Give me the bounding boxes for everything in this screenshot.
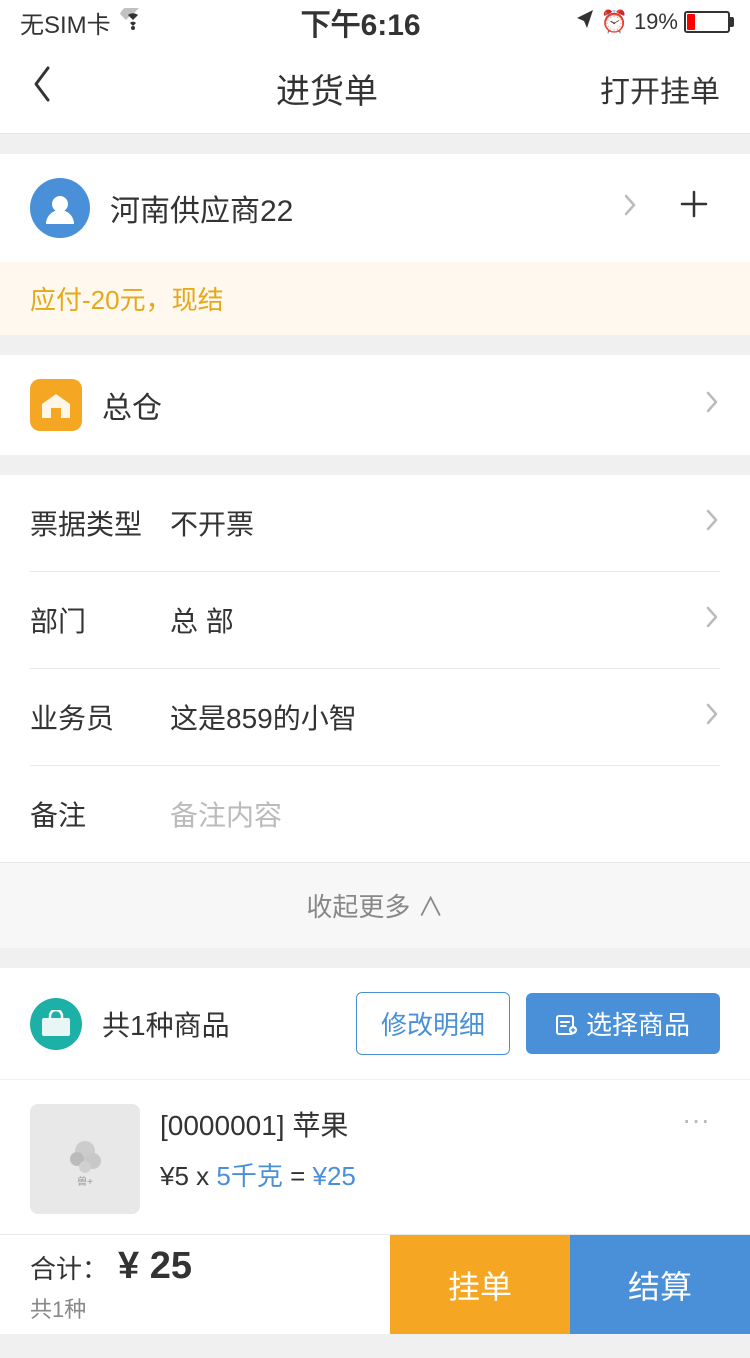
section-gap-2 [0,335,750,355]
status-bar: 无SIM卡 下午6:16 ⏰ 19% [0,0,750,44]
warehouse-row[interactable]: 总仓 [0,355,750,455]
select-product-label: 选择商品 [586,1005,690,1042]
remark-row[interactable]: 备注 备注内容 [0,766,750,862]
svg-text:兽+: 兽+ [77,1175,93,1188]
supplier-chevron-icon [622,192,638,225]
products-count: 共1种商品 [102,1004,356,1044]
dept-chevron-icon [704,604,720,637]
collapse-text: 收起更多 ∧ [306,892,443,922]
status-bar-right: ⏰ 19% [575,8,730,36]
product-unit-price: ¥5 [160,1161,189,1191]
invoice-row[interactable]: 票据类型 不开票 [0,475,750,571]
products-header: 共1种商品 修改明细 选择商品 [0,968,750,1079]
remark-input[interactable]: 备注内容 [150,794,720,834]
warehouse-name: 总仓 [102,383,704,427]
dept-row[interactable]: 部门 总 部 [0,572,750,668]
total-label: 合计： [30,1249,108,1286]
warehouse-chevron-icon [704,389,720,422]
nav-bar: 进货单 打开挂单 [0,44,750,134]
section-gap-4 [0,948,750,968]
warehouse-section: 总仓 [0,355,750,455]
sales-label: 业务员 [30,697,150,737]
checkout-button[interactable]: 结算 [570,1235,750,1334]
page-title: 进货单 [276,64,378,113]
invoice-label: 票据类型 [30,503,150,543]
invoice-value: 不开票 [150,503,704,543]
collapse-bar[interactable]: 收起更多 ∧ [0,862,750,948]
total-area: 合计： ¥ 25 共1种 [0,1235,390,1334]
products-icon [30,998,82,1050]
wifi-icon [119,8,147,37]
status-bar-left: 无SIM卡 [20,5,147,40]
alert-text: 应付-20元，现结 [30,285,224,315]
section-gap-3 [0,455,750,475]
invoice-chevron-icon [704,507,720,540]
section-gap-1 [0,134,750,154]
select-product-button[interactable]: 选择商品 [526,993,720,1054]
hang-button[interactable]: 挂单 [390,1235,570,1334]
product-more-button[interactable]: ··· [672,1104,720,1136]
total-count: 共1种 [30,1292,360,1324]
product-thumbnail: 兽+ [30,1104,140,1214]
product-title: 苹果 [292,1110,348,1141]
alarm-icon: ⏰ [601,9,628,35]
alert-bar: 应付-20元，现结 [0,262,750,335]
supplier-row[interactable]: 河南供应商22 [0,154,750,262]
sales-row[interactable]: 业务员 这是859的小智 [0,669,750,765]
sales-value: 这是859的小智 [150,697,704,737]
product-item: 兽+ [0000001] 苹果 ¥5 x 5千克 = ¥25 ··· [0,1079,750,1238]
product-price: ¥5 x 5千克 = ¥25 [160,1156,672,1193]
add-supplier-button[interactable] [668,187,720,229]
status-time: 下午6:16 [301,0,421,44]
product-name: [0000001] 苹果 [160,1104,672,1144]
product-info: [0000001] 苹果 ¥5 x 5千克 = ¥25 [160,1104,672,1193]
dept-value: 总 部 [150,600,704,640]
bottom-bar: 合计： ¥ 25 共1种 挂单 结算 [0,1234,750,1334]
hang-label: 挂单 [448,1262,512,1308]
back-button[interactable] [30,64,54,113]
battery-icon [684,11,730,33]
product-qty: 5千克 [216,1161,282,1191]
product-total: ¥25 [313,1161,356,1191]
warehouse-icon [30,379,82,431]
remark-label: 备注 [30,794,150,834]
carrier-label: 无SIM卡 [20,5,111,40]
form-section: 票据类型 不开票 部门 总 部 业务员 这是859的小智 [0,475,750,948]
battery-percent: 19% [634,9,678,35]
checkout-label: 结算 [628,1262,692,1308]
location-icon [575,8,595,36]
total-amount: ¥ 25 [118,1245,192,1288]
supplier-avatar [30,178,90,238]
sales-chevron-icon [704,701,720,734]
supplier-section: 河南供应商22 应付-20元，现结 [0,154,750,335]
products-section: 共1种商品 修改明细 选择商品 兽+ [0,968,750,1238]
supplier-name: 河南供应商22 [110,186,622,230]
dept-label: 部门 [30,600,150,640]
edit-detail-button[interactable]: 修改明细 [356,992,510,1055]
open-hang-button[interactable]: 打开挂单 [600,67,720,111]
product-code: [0000001] [160,1110,285,1141]
